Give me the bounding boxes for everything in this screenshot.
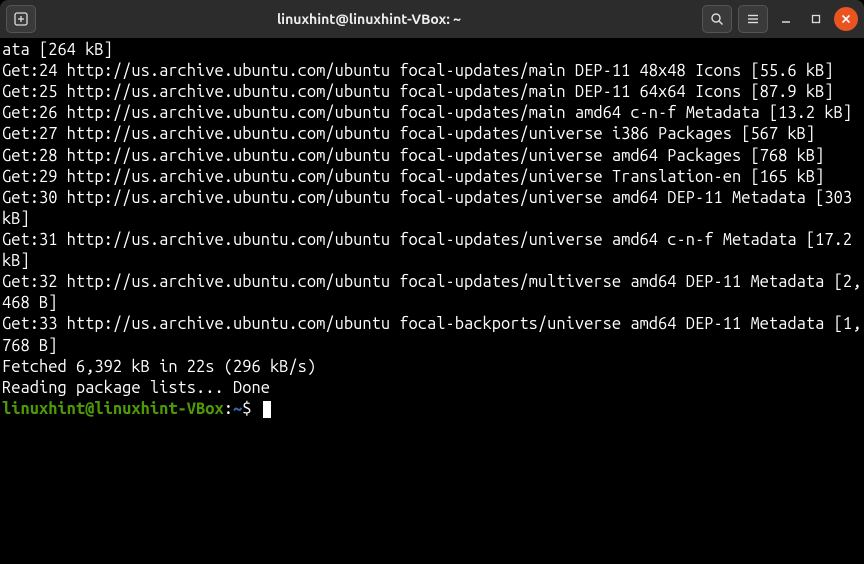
hamburger-icon [746, 12, 760, 26]
terminal-line: Get:28 http://us.archive.ubuntu.com/ubun… [2, 147, 824, 165]
terminal-line: ata [264 kB] [2, 41, 113, 59]
close-button[interactable] [834, 7, 858, 31]
menu-button[interactable] [738, 5, 768, 33]
cursor [263, 401, 271, 418]
terminal-line: Get:26 http://us.archive.ubuntu.com/ubun… [2, 104, 852, 122]
terminal-line: Get:31 http://us.archive.ubuntu.com/ubun… [2, 231, 861, 270]
terminal-line: Get:24 http://us.archive.ubuntu.com/ubun… [2, 62, 834, 80]
prompt-user-host: linuxhint@linuxhint-VBox [2, 400, 224, 418]
maximize-icon [810, 13, 822, 25]
terminal-line: Get:33 http://us.archive.ubuntu.com/ubun… [2, 315, 861, 354]
window-title: linuxhint@linuxhint-VBox: ~ [42, 11, 696, 27]
prompt-dollar: $ [242, 400, 260, 418]
close-icon [840, 13, 852, 25]
terminal-line: Get:25 http://us.archive.ubuntu.com/ubun… [2, 83, 834, 101]
new-tab-icon [14, 12, 28, 26]
titlebar: linuxhint@linuxhint-VBox: ~ [0, 0, 864, 38]
terminal-line: Reading package lists... Done [2, 379, 270, 397]
prompt-separator: : [224, 400, 233, 418]
new-tab-button[interactable] [6, 5, 36, 33]
terminal-line: Get:30 http://us.archive.ubuntu.com/ubun… [2, 189, 861, 228]
prompt-path: ~ [233, 400, 242, 418]
titlebar-right [702, 5, 858, 33]
minimize-button[interactable] [774, 7, 798, 31]
terminal-line: Fetched 6,392 kB in 22s (296 kB/s) [2, 358, 316, 376]
maximize-button[interactable] [804, 7, 828, 31]
search-icon [710, 12, 724, 26]
terminal-line: Get:32 http://us.archive.ubuntu.com/ubun… [2, 273, 861, 312]
terminal-line: Get:29 http://us.archive.ubuntu.com/ubun… [2, 168, 824, 186]
terminal-viewport[interactable]: ata [264 kB] Get:24 http://us.archive.ub… [0, 38, 864, 564]
search-button[interactable] [702, 5, 732, 33]
minimize-icon [780, 13, 792, 25]
terminal-line: Get:27 http://us.archive.ubuntu.com/ubun… [2, 125, 815, 143]
